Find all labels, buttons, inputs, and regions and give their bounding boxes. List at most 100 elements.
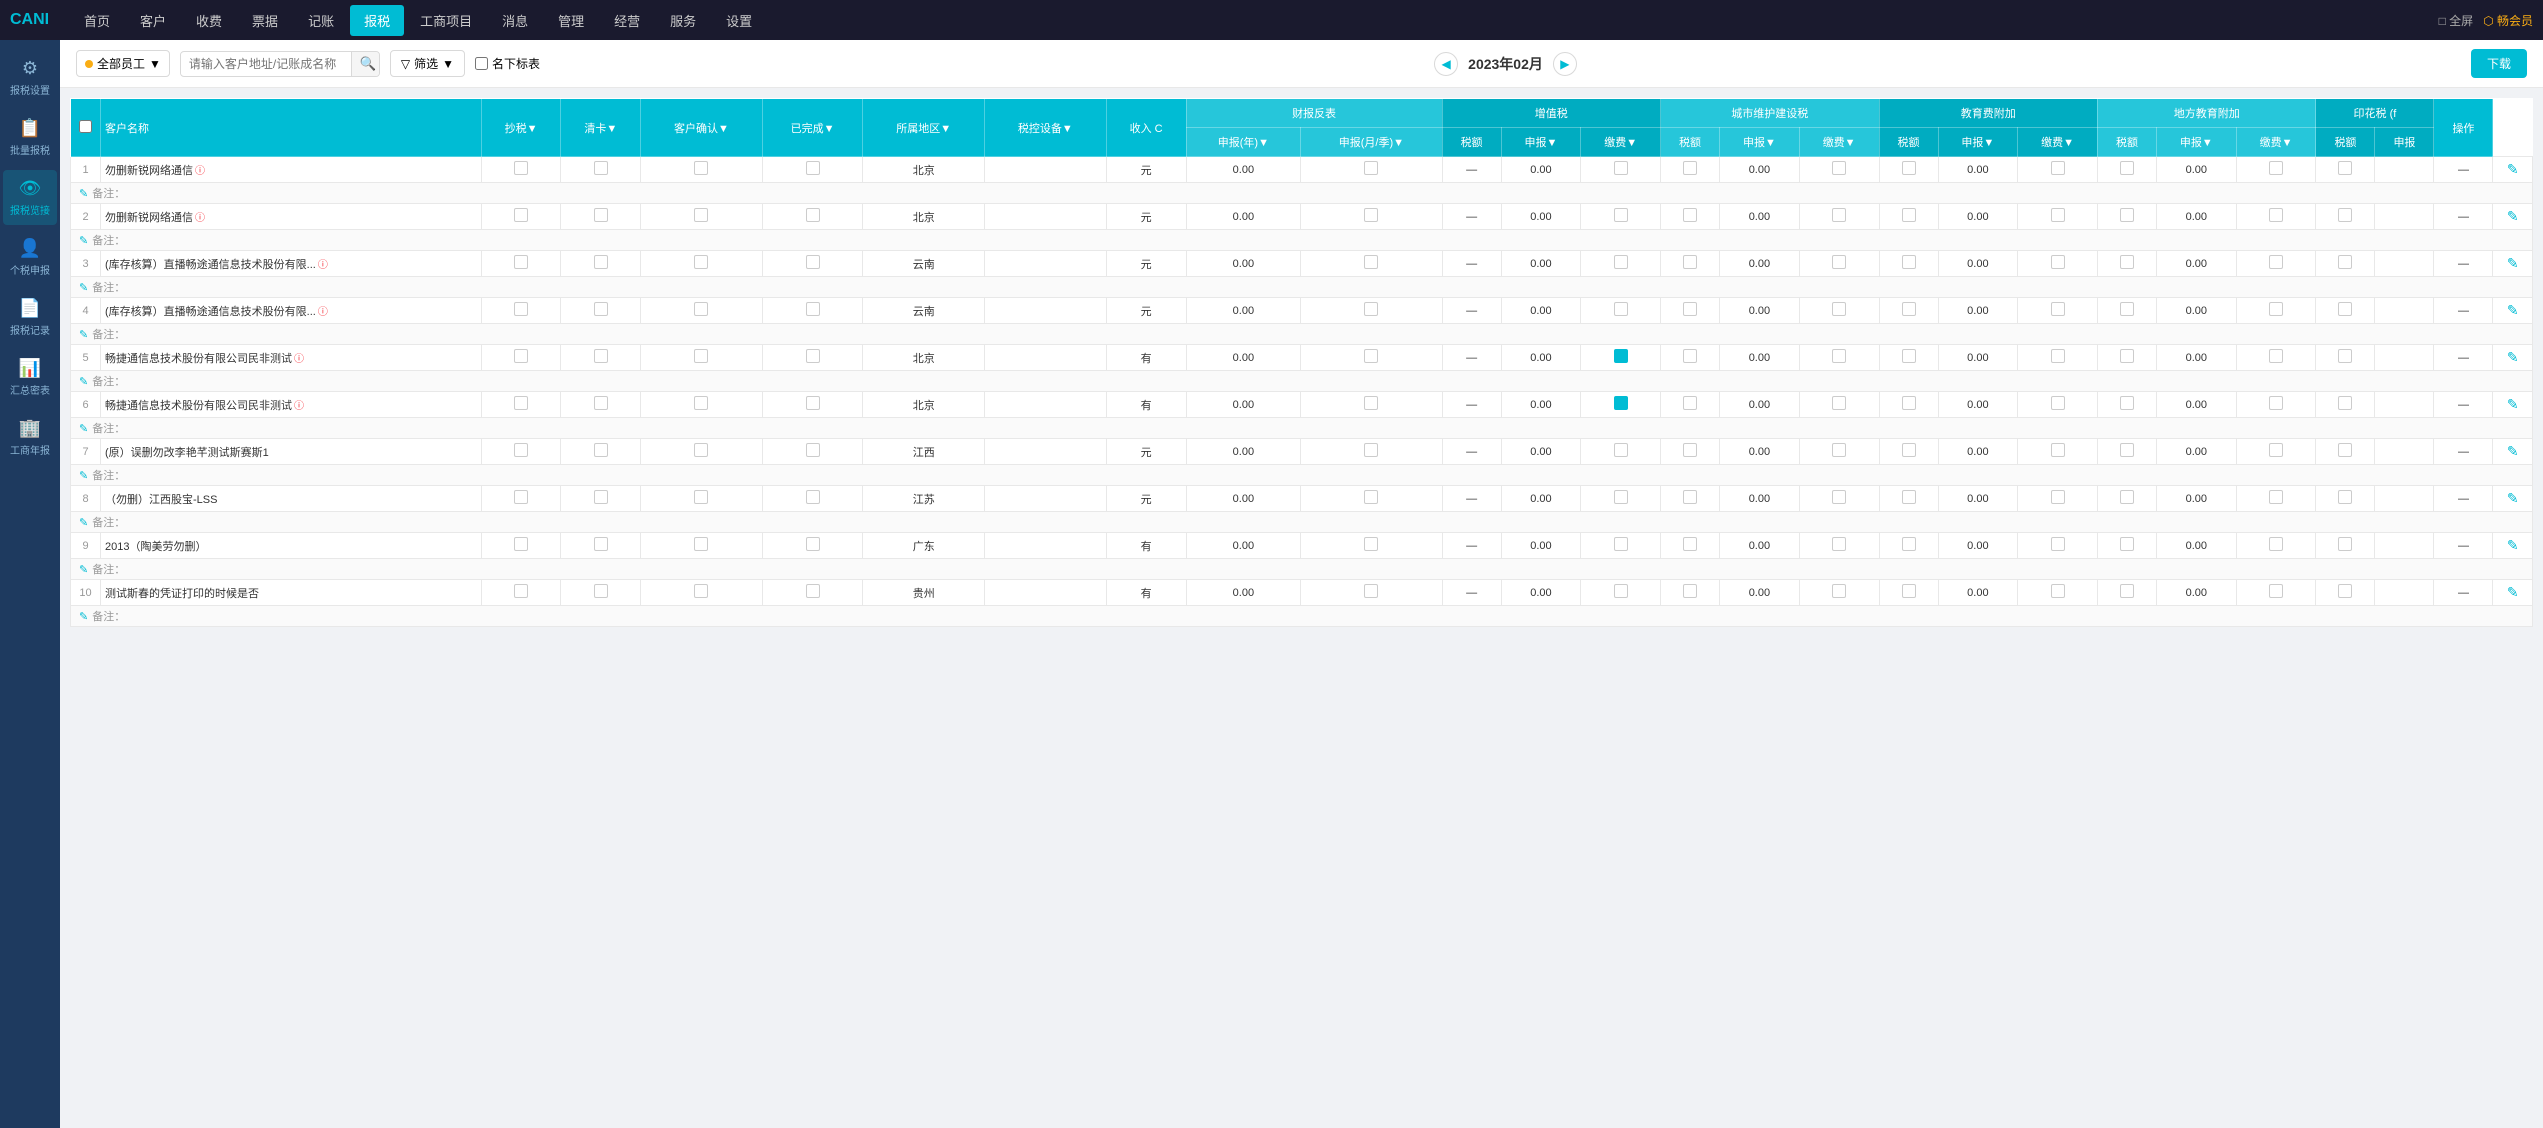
chaoshui-cell[interactable]: [481, 157, 561, 183]
fullscreen-btn[interactable]: □ 全屏: [2439, 12, 2474, 29]
confirm-cell[interactable]: [641, 486, 763, 512]
financial-year-cell[interactable]: [1301, 533, 1442, 559]
city-report-cell[interactable]: [1799, 204, 1879, 230]
city-report-cell[interactable]: [1799, 298, 1879, 324]
edu-report-cell[interactable]: [2018, 251, 2098, 277]
city-fee-checkbox[interactable]: [1902, 443, 1916, 457]
confirm-cell[interactable]: [641, 157, 763, 183]
localedu-fee-cell[interactable]: [2316, 204, 2375, 230]
chaoshui-checkbox[interactable]: [514, 302, 528, 316]
qingka-checkbox[interactable]: [594, 396, 608, 410]
qingka-cell[interactable]: [561, 439, 641, 465]
edu-fee-checkbox[interactable]: [2120, 396, 2134, 410]
done-cell[interactable]: [762, 533, 863, 559]
edu-report-cell[interactable]: [2018, 204, 2098, 230]
edu-fee-cell[interactable]: [2097, 392, 2156, 418]
localedu-report-cell[interactable]: [2236, 345, 2316, 371]
ops-cell[interactable]: ✎: [2493, 345, 2533, 371]
vat-fee-cell[interactable]: [1661, 298, 1720, 324]
localedu-fee-cell[interactable]: [2316, 392, 2375, 418]
edu-report-checkbox[interactable]: [2051, 490, 2065, 504]
city-fee-cell[interactable]: [1879, 298, 1938, 324]
nav-invoice[interactable]: 票据: [238, 5, 292, 36]
localedu-fee-cell[interactable]: [2316, 439, 2375, 465]
ops-cell[interactable]: ✎: [2493, 439, 2533, 465]
vat-fee-cell[interactable]: [1661, 533, 1720, 559]
city-report-cell[interactable]: [1799, 439, 1879, 465]
edit-icon[interactable]: ✎: [2507, 443, 2519, 459]
edit-icon[interactable]: ✎: [2507, 302, 2519, 318]
city-fee-cell[interactable]: [1879, 533, 1938, 559]
done-checkbox[interactable]: [806, 349, 820, 363]
localedu-report-checkbox[interactable]: [2269, 537, 2283, 551]
edit-icon[interactable]: ✎: [2507, 537, 2519, 553]
confirm-checkbox[interactable]: [694, 584, 708, 598]
remark-cell[interactable]: ✎备注：: [71, 277, 2533, 298]
vat-report-cell[interactable]: [1581, 533, 1661, 559]
city-report-cell[interactable]: [1799, 157, 1879, 183]
remark-cell[interactable]: ✎备注：: [71, 324, 2533, 345]
remark-cell[interactable]: ✎备注：: [71, 183, 2533, 204]
fin-year-checkbox[interactable]: [1364, 208, 1378, 222]
city-report-checkbox[interactable]: [1832, 584, 1846, 598]
qingka-cell[interactable]: [561, 580, 641, 606]
ops-cell[interactable]: ✎: [2493, 486, 2533, 512]
vat-fee-checkbox[interactable]: [1683, 302, 1697, 316]
financial-year-cell[interactable]: [1301, 298, 1442, 324]
vat-fee-checkbox[interactable]: [1683, 255, 1697, 269]
remark-cell[interactable]: ✎备注：: [71, 606, 2533, 627]
fin-year-checkbox[interactable]: [1364, 255, 1378, 269]
done-checkbox[interactable]: [806, 490, 820, 504]
edu-fee-checkbox[interactable]: [2120, 490, 2134, 504]
vat-fee-checkbox[interactable]: [1683, 584, 1697, 598]
vat-report-cell[interactable]: [1581, 486, 1661, 512]
done-cell[interactable]: [762, 486, 863, 512]
qingka-cell[interactable]: [561, 251, 641, 277]
financial-year-cell[interactable]: [1301, 251, 1442, 277]
edu-fee-cell[interactable]: [2097, 251, 2156, 277]
qingka-checkbox[interactable]: [594, 537, 608, 551]
vat-report-checkbox[interactable]: [1614, 161, 1628, 175]
edu-report-cell[interactable]: [2018, 580, 2098, 606]
financial-year-cell[interactable]: [1301, 157, 1442, 183]
edu-fee-cell[interactable]: [2097, 533, 2156, 559]
confirm-checkbox[interactable]: [694, 255, 708, 269]
ops-cell[interactable]: ✎: [2493, 533, 2533, 559]
localedu-fee-checkbox[interactable]: [2338, 255, 2352, 269]
qingka-cell[interactable]: [561, 204, 641, 230]
checkbox-label-mingxia[interactable]: 名下标表: [475, 55, 540, 72]
vat-fee-checkbox[interactable]: [1683, 208, 1697, 222]
city-fee-checkbox[interactable]: [1902, 396, 1916, 410]
vat-report-checkbox[interactable]: [1614, 443, 1628, 457]
city-report-checkbox[interactable]: [1832, 161, 1846, 175]
city-fee-checkbox[interactable]: [1902, 537, 1916, 551]
qingka-checkbox[interactable]: [594, 490, 608, 504]
select-all-checkbox[interactable]: [79, 120, 92, 133]
remark-cell[interactable]: ✎备注：: [71, 559, 2533, 580]
edu-fee-checkbox[interactable]: [2120, 443, 2134, 457]
confirm-checkbox[interactable]: [694, 396, 708, 410]
edu-fee-checkbox[interactable]: [2120, 255, 2134, 269]
city-report-checkbox[interactable]: [1832, 537, 1846, 551]
vat-report-cell[interactable]: [1581, 204, 1661, 230]
done-cell[interactable]: [762, 204, 863, 230]
chaoshui-cell[interactable]: [481, 345, 561, 371]
qingka-cell[interactable]: [561, 157, 641, 183]
edu-report-checkbox[interactable]: [2051, 161, 2065, 175]
qingka-checkbox[interactable]: [594, 161, 608, 175]
localedu-fee-checkbox[interactable]: [2338, 537, 2352, 551]
vat-fee-checkbox[interactable]: [1683, 349, 1697, 363]
nav-operation[interactable]: 经营: [600, 5, 654, 36]
city-report-cell[interactable]: [1799, 533, 1879, 559]
chaoshui-cell[interactable]: [481, 580, 561, 606]
done-cell[interactable]: [762, 439, 863, 465]
chaoshui-checkbox[interactable]: [514, 443, 528, 457]
qingka-checkbox[interactable]: [594, 349, 608, 363]
fin-year-checkbox[interactable]: [1364, 443, 1378, 457]
qingka-cell[interactable]: [561, 486, 641, 512]
qingka-checkbox[interactable]: [594, 584, 608, 598]
city-report-checkbox[interactable]: [1832, 302, 1846, 316]
vat-report-checkbox[interactable]: [1614, 490, 1628, 504]
remark-edit-icon[interactable]: ✎: [79, 235, 88, 247]
localedu-fee-cell[interactable]: [2316, 157, 2375, 183]
